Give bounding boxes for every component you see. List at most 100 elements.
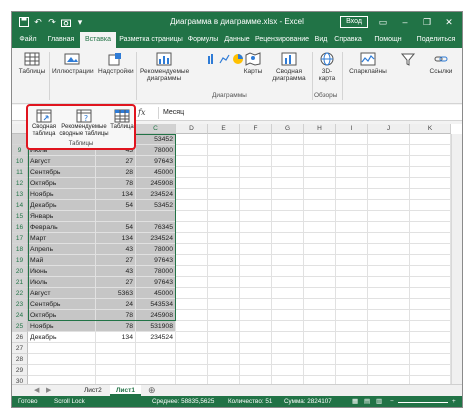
empty-cell[interactable]	[410, 288, 451, 299]
recommended-charts-button[interactable]: Рекомендуемые диаграммы	[140, 52, 189, 82]
cell-c[interactable]: 543534	[136, 299, 176, 310]
empty-cell[interactable]	[176, 288, 208, 299]
cell-b[interactable]	[96, 376, 136, 384]
empty-cell[interactable]	[368, 222, 410, 233]
empty-cell[interactable]	[410, 200, 451, 211]
empty-cell[interactable]	[176, 266, 208, 277]
column-header-i[interactable]: I	[336, 124, 368, 134]
empty-cell[interactable]	[336, 134, 368, 145]
empty-cell[interactable]	[240, 200, 272, 211]
empty-cell[interactable]	[336, 310, 368, 321]
empty-cell[interactable]	[208, 178, 240, 189]
empty-cell[interactable]	[368, 277, 410, 288]
empty-cell[interactable]	[304, 321, 336, 332]
empty-cell[interactable]	[176, 310, 208, 321]
empty-cell[interactable]	[336, 266, 368, 277]
empty-cell[interactable]	[304, 332, 336, 343]
pivot-chart-button[interactable]: Сводная диаграмма	[270, 52, 308, 82]
empty-cell[interactable]	[410, 343, 451, 354]
empty-cell[interactable]	[272, 266, 304, 277]
row-header[interactable]: 12	[12, 178, 28, 189]
empty-cell[interactable]	[368, 332, 410, 343]
cell-c[interactable]: 78000	[136, 244, 176, 255]
empty-cell[interactable]	[176, 354, 208, 365]
row-header[interactable]: 19	[12, 255, 28, 266]
empty-cell[interactable]	[304, 255, 336, 266]
cell-a[interactable]: Ноябрь	[28, 321, 96, 332]
empty-cell[interactable]	[304, 288, 336, 299]
empty-cell[interactable]	[410, 244, 451, 255]
empty-cell[interactable]	[336, 354, 368, 365]
empty-cell[interactable]	[336, 299, 368, 310]
close-icon[interactable]: ✕	[440, 14, 458, 30]
tab-home[interactable]: Главная	[44, 32, 78, 48]
empty-cell[interactable]	[240, 211, 272, 222]
cell-c[interactable]: 97643	[136, 277, 176, 288]
empty-cell[interactable]	[368, 365, 410, 376]
cell-b[interactable]: 54	[96, 200, 136, 211]
recommended-pivot-tables-button[interactable]: ? Рекомендуемые сводные таблицы	[59, 109, 109, 138]
tab-formulas[interactable]: Формулы	[186, 32, 220, 48]
sparklines-button[interactable]: Спарклайны	[346, 52, 390, 75]
zoom-in-icon[interactable]: +	[452, 398, 456, 405]
empty-cell[interactable]	[208, 365, 240, 376]
empty-cell[interactable]	[304, 343, 336, 354]
empty-cell[interactable]	[240, 266, 272, 277]
row-header[interactable]: 26	[12, 332, 28, 343]
cell-c[interactable]: 234524	[136, 233, 176, 244]
empty-cell[interactable]	[208, 156, 240, 167]
maps-button[interactable]: Карты	[242, 52, 264, 75]
empty-cell[interactable]	[272, 321, 304, 332]
empty-cell[interactable]	[240, 288, 272, 299]
cell-a[interactable]	[28, 354, 96, 365]
empty-cell[interactable]	[368, 189, 410, 200]
cell-b[interactable]: 78	[96, 321, 136, 332]
empty-cell[interactable]	[410, 332, 451, 343]
empty-cell[interactable]	[368, 233, 410, 244]
pivot-table-button[interactable]: Сводная таблица	[30, 109, 58, 138]
empty-cell[interactable]	[272, 299, 304, 310]
cell-a[interactable]: Январь	[28, 211, 96, 222]
cell-a[interactable]: Июнь	[28, 266, 96, 277]
empty-cell[interactable]	[336, 365, 368, 376]
empty-cell[interactable]	[176, 321, 208, 332]
chart-types-button[interactable]	[192, 52, 243, 68]
cell-b[interactable]	[96, 343, 136, 354]
empty-cell[interactable]	[304, 134, 336, 145]
row-header[interactable]: 14	[12, 200, 28, 211]
row-header[interactable]: 22	[12, 288, 28, 299]
empty-cell[interactable]	[410, 167, 451, 178]
tab-share[interactable]: Поделиться	[412, 32, 460, 48]
empty-cell[interactable]	[368, 255, 410, 266]
empty-cell[interactable]	[368, 211, 410, 222]
empty-cell[interactable]	[208, 299, 240, 310]
empty-cell[interactable]	[208, 376, 240, 384]
row-header[interactable]: 15	[12, 211, 28, 222]
empty-cell[interactable]	[336, 167, 368, 178]
cell-c[interactable]: 97643	[136, 255, 176, 266]
empty-cell[interactable]	[272, 222, 304, 233]
column-header-k[interactable]: K	[410, 124, 451, 134]
cell-c[interactable]: 531908	[136, 321, 176, 332]
empty-cell[interactable]	[272, 376, 304, 384]
row-header[interactable]: 27	[12, 343, 28, 354]
column-header-c[interactable]: C	[136, 124, 176, 134]
empty-cell[interactable]	[176, 167, 208, 178]
empty-cell[interactable]	[272, 332, 304, 343]
empty-cell[interactable]	[304, 178, 336, 189]
empty-cell[interactable]	[208, 288, 240, 299]
empty-cell[interactable]	[304, 233, 336, 244]
cell-a[interactable]: Октябрь	[28, 178, 96, 189]
empty-cell[interactable]	[368, 200, 410, 211]
empty-cell[interactable]	[208, 332, 240, 343]
cell-b[interactable]	[96, 365, 136, 376]
cell-c[interactable]: 234524	[136, 189, 176, 200]
scroll-right-icon[interactable]: ▶	[46, 386, 51, 394]
cell-b[interactable]: 27	[96, 255, 136, 266]
cell-b[interactable]	[96, 354, 136, 365]
empty-cell[interactable]	[208, 343, 240, 354]
empty-cell[interactable]	[176, 277, 208, 288]
column-header-g[interactable]: G	[272, 124, 304, 134]
filters-button[interactable]	[396, 52, 420, 68]
empty-cell[interactable]	[410, 145, 451, 156]
